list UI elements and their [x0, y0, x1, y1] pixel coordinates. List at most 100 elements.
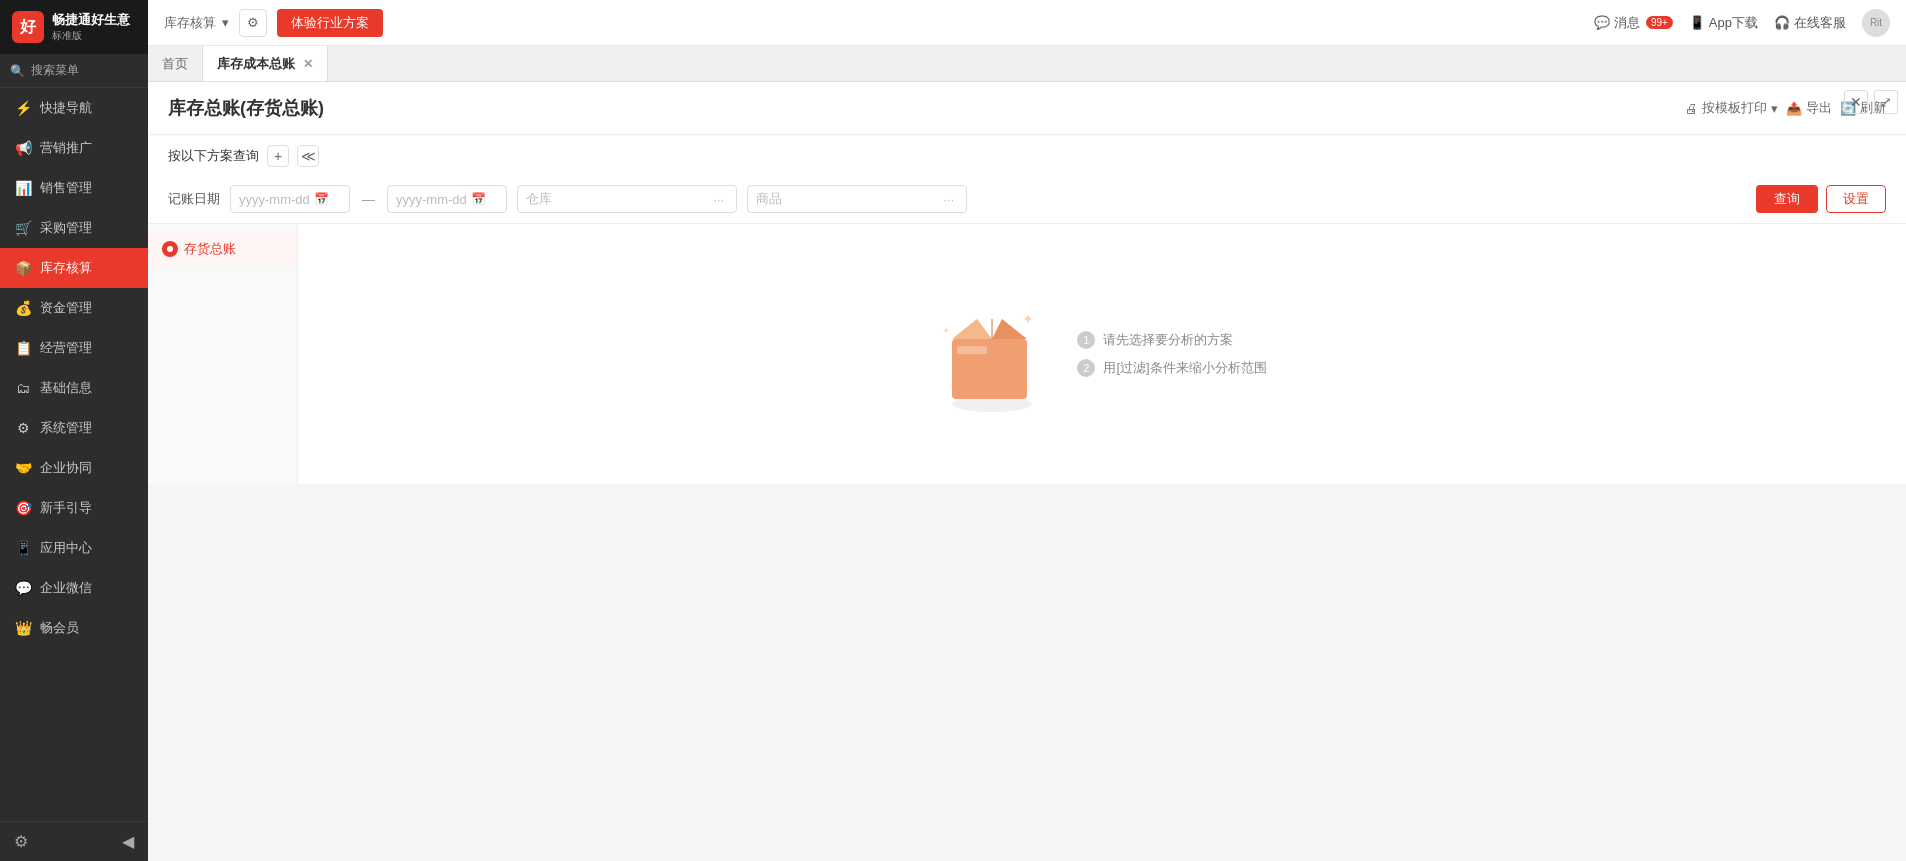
gear-icon: ⚙	[247, 15, 259, 30]
sidebar-item-finance[interactable]: 💰 资金管理	[0, 288, 148, 328]
tab-inventory-ledger[interactable]: 库存成本总账 ✕	[203, 46, 328, 81]
scheme-item-inventory-ledger[interactable]: 存货总账	[148, 232, 297, 266]
svg-text:✦: ✦	[942, 325, 950, 336]
sidebar-item-member[interactable]: 👑 畅会员	[0, 608, 148, 648]
sidebar-item-purchase[interactable]: 🛒 采购管理	[0, 208, 148, 248]
empty-hint-2-text: 用[过滤]条件来缩小分析范围	[1103, 359, 1266, 377]
date-from-input[interactable]: yyyy-mm-dd 📅	[230, 185, 350, 213]
user-name: Rit	[1870, 17, 1882, 28]
empty-state: ✦ ✦ 1 请先选择要分析的方案 2 用[过滤]条件来缩小分析范围	[298, 224, 1906, 484]
topbar-settings-button[interactable]: ⚙	[239, 9, 267, 37]
sidebar-item-sales[interactable]: 📊 销售管理	[0, 168, 148, 208]
date-from-placeholder: yyyy-mm-dd	[239, 192, 310, 207]
product-select[interactable]: 商品 ···	[747, 185, 967, 213]
empty-svg: ✦ ✦	[937, 284, 1057, 414]
tab-inventory-ledger-label: 库存成本总账	[217, 55, 295, 73]
message-button[interactable]: 💬 消息 99+	[1594, 14, 1673, 32]
sidebar-item-marketing-label: 营销推广	[40, 139, 92, 157]
print-button[interactable]: 🖨 按模板打印 ▾	[1685, 99, 1778, 117]
logo-icon: 好	[12, 11, 44, 43]
printer-icon: 🖨	[1685, 101, 1698, 116]
settings-bottom-icon[interactable]: ⚙	[14, 832, 28, 851]
print-dropdown-icon: ▾	[1771, 101, 1778, 116]
sidebar-item-marketing[interactable]: 📢 营销推广	[0, 128, 148, 168]
filter-header: 按以下方案查询 + ≪	[148, 135, 1906, 177]
sidebar-item-shortcut[interactable]: ⚡ 快捷导航	[0, 88, 148, 128]
tab-close-button[interactable]: ✕	[303, 57, 313, 71]
empty-hint-2: 2 用[过滤]条件来缩小分析范围	[1077, 359, 1266, 377]
app-logo: 好 畅捷通好生意 标准版	[0, 0, 148, 54]
content-with-scheme: 存货总账	[148, 224, 1906, 484]
hint-num-1: 1	[1077, 331, 1095, 349]
warehouse-select[interactable]: 仓库 ···	[517, 185, 737, 213]
date-separator: —	[362, 192, 375, 207]
scheme-item-label: 存货总账	[184, 240, 236, 258]
expand-icon: ⤢	[1880, 94, 1892, 110]
sidebar-search[interactable]: 🔍 搜索菜单	[0, 54, 148, 88]
sidebar-item-guide-label: 新手引导	[40, 499, 92, 517]
search-menu-label: 搜索菜单	[31, 62, 79, 79]
calendar-to-icon: 📅	[471, 192, 486, 206]
sidebar-item-basic-label: 基础信息	[40, 379, 92, 397]
inventory-icon: 📦	[14, 259, 32, 277]
topbar: 库存核算 ▾ ⚙ 体验行业方案 💬 消息 99+ 📱 App下载 🎧 在线客服 …	[148, 0, 1906, 46]
app-version: 标准版	[52, 29, 130, 42]
message-icon: 💬	[1594, 15, 1610, 30]
industry-solution-button[interactable]: 体验行业方案	[277, 9, 383, 37]
sidebar-item-shortcut-label: 快捷导航	[40, 99, 92, 117]
sidebar-item-cooperation[interactable]: 🤝 企业协同	[0, 448, 148, 488]
filter-label: 按以下方案查询	[168, 147, 259, 165]
sidebar-item-operations-label: 经营管理	[40, 339, 92, 357]
date-to-placeholder: yyyy-mm-dd	[396, 192, 467, 207]
product-more-icon[interactable]: ···	[939, 192, 958, 207]
app-download-label: App下载	[1709, 14, 1758, 32]
search-menu-button[interactable]: 🔍 搜索菜单	[10, 62, 138, 79]
sidebar-item-wechat[interactable]: 💬 企业微信	[0, 568, 148, 608]
breadcrumb-dropdown-icon[interactable]: ▾	[222, 15, 229, 30]
main-area: 库存核算 ▾ ⚙ 体验行业方案 💬 消息 99+ 📱 App下载 🎧 在线客服 …	[148, 0, 1906, 861]
app-download-icon: 📱	[1689, 15, 1705, 30]
sidebar-item-basic[interactable]: 🗂 基础信息	[0, 368, 148, 408]
settings-button[interactable]: 设置	[1826, 185, 1886, 213]
filter-expand-button[interactable]: ≪	[297, 145, 319, 167]
filter-add-button[interactable]: +	[267, 145, 289, 167]
sidebar-item-finance-label: 资金管理	[40, 299, 92, 317]
tab-home-label: 首页	[162, 55, 188, 73]
guide-icon: 🎯	[14, 499, 32, 517]
date-to-input[interactable]: yyyy-mm-dd 📅	[387, 185, 507, 213]
app-name: 畅捷通好生意	[52, 12, 130, 29]
svg-text:✦: ✦	[1022, 311, 1034, 327]
cooperation-icon: 🤝	[14, 459, 32, 477]
expand-panel-button[interactable]: ⤢	[1874, 90, 1898, 114]
message-badge: 99+	[1646, 16, 1673, 29]
collapse-sidebar-button[interactable]: ◀	[122, 832, 134, 851]
search-button[interactable]: 查询	[1756, 185, 1818, 213]
topbar-right: 💬 消息 99+ 📱 App下载 🎧 在线客服 Rit	[1594, 9, 1890, 37]
sidebar-item-purchase-label: 采购管理	[40, 219, 92, 237]
page-title: 库存总账(存货总账)	[168, 96, 324, 120]
sidebar-item-apps[interactable]: 📱 应用中心	[0, 528, 148, 568]
tab-home[interactable]: 首页	[148, 46, 203, 81]
page-header: 库存总账(存货总账) 🖨 按模板打印 ▾ 📤 导出 🔄 刷新	[148, 82, 1906, 135]
close-panel-button[interactable]: ✕	[1844, 90, 1868, 114]
svg-rect-3	[957, 346, 987, 354]
sidebar-item-operations[interactable]: 📋 经营管理	[0, 328, 148, 368]
scheme-dot-icon	[162, 241, 178, 257]
message-label: 消息	[1614, 14, 1640, 32]
filter-inputs: 记账日期 yyyy-mm-dd 📅 — yyyy-mm-dd 📅 仓库 ···	[148, 177, 1906, 223]
sidebar-item-system[interactable]: ⚙ 系统管理	[0, 408, 148, 448]
member-icon: 👑	[14, 619, 32, 637]
sidebar-item-sales-label: 销售管理	[40, 179, 92, 197]
app-download-button[interactable]: 📱 App下载	[1689, 14, 1758, 32]
basic-icon: 🗂	[14, 379, 32, 397]
warehouse-more-icon[interactable]: ···	[709, 192, 728, 207]
online-service-button[interactable]: 🎧 在线客服	[1774, 14, 1846, 32]
sidebar-item-inventory-label: 库存核算	[40, 259, 92, 277]
product-placeholder: 商品	[756, 190, 782, 208]
user-avatar[interactable]: Rit	[1862, 9, 1890, 37]
purchase-icon: 🛒	[14, 219, 32, 237]
sidebar-item-inventory[interactable]: 📦 库存核算	[0, 248, 148, 288]
apps-icon: 📱	[14, 539, 32, 557]
sidebar-item-guide[interactable]: 🎯 新手引导	[0, 488, 148, 528]
export-button[interactable]: 📤 导出	[1786, 99, 1832, 117]
